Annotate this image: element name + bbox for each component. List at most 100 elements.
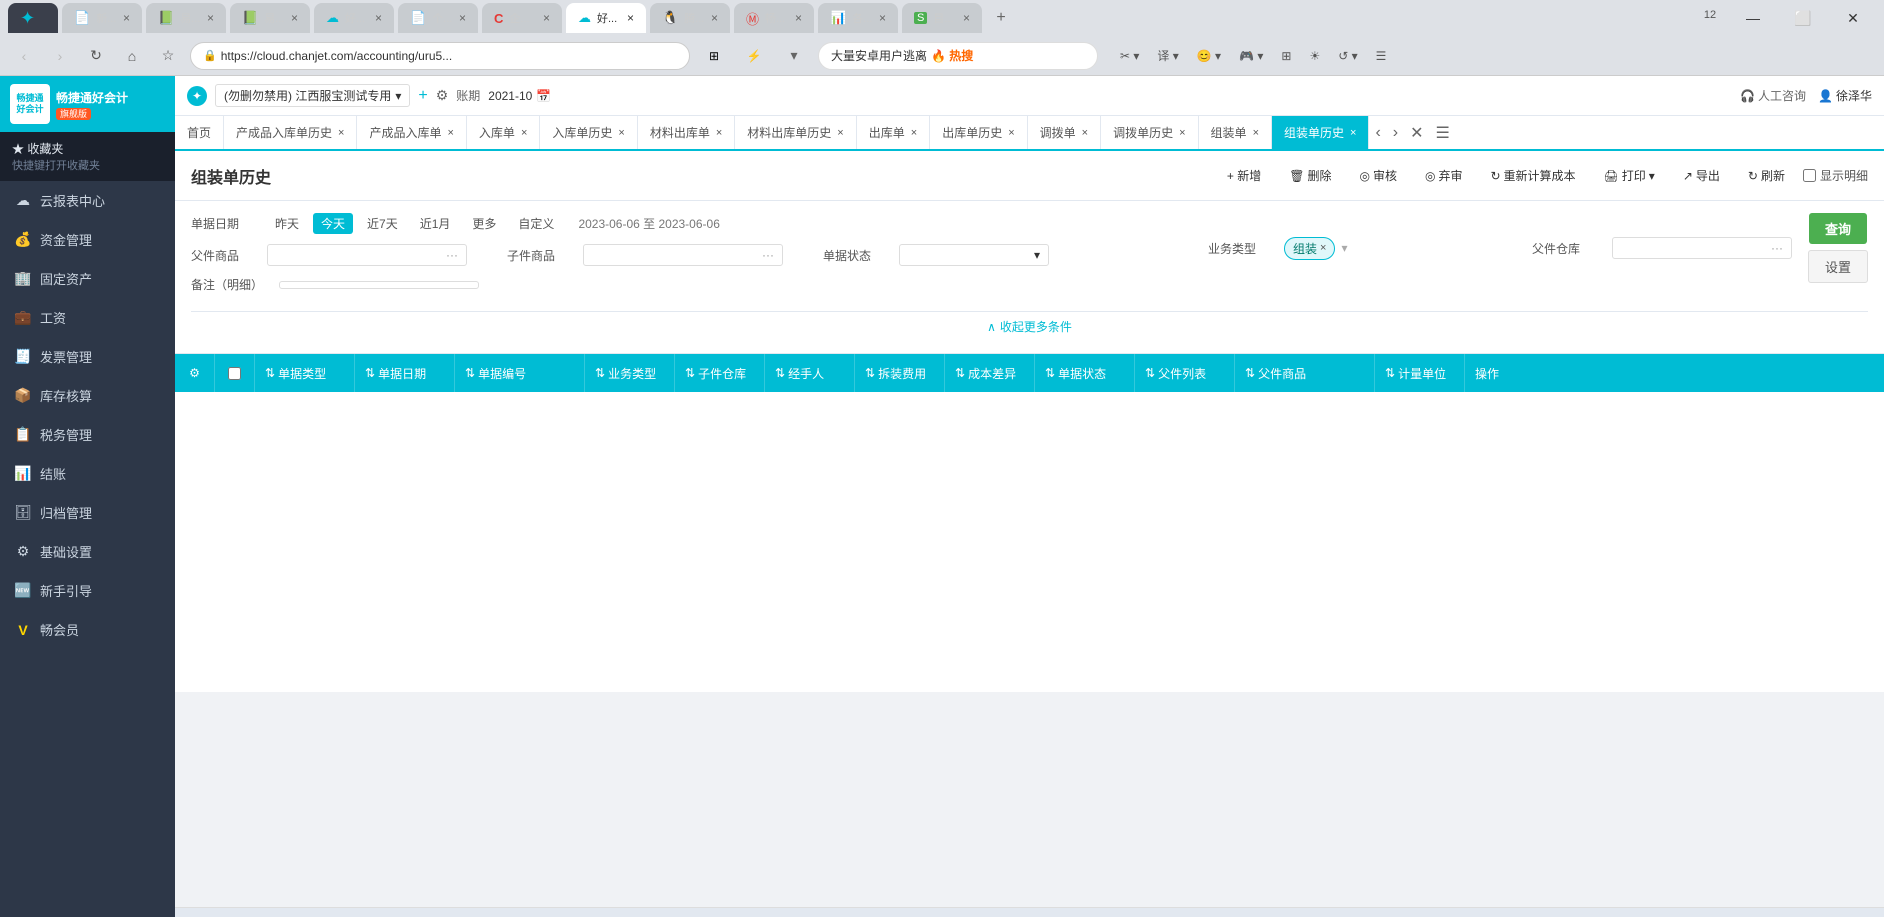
expand-search-button[interactable]: ▾ (778, 42, 810, 70)
minimize-button[interactable]: — (1730, 3, 1776, 33)
theme-tool[interactable]: ☀ (1303, 45, 1326, 66)
sidebar-item-archive[interactable]: 🗄 归档管理 (0, 493, 175, 532)
recalc-button[interactable]: ↻ 重新计算成本 (1480, 163, 1585, 188)
tab-prod-in-history[interactable]: 产成品入库单历史 × (224, 116, 357, 149)
new-tab-button[interactable]: + (986, 3, 1016, 33)
tab-kit-history[interactable]: 组装单历史 × (1272, 116, 1369, 149)
horizontal-scrollbar[interactable] (175, 907, 1884, 917)
home-button[interactable]: ⌂ (118, 42, 146, 70)
th-biz-type[interactable]: ⇅ 业务类型 (585, 354, 675, 392)
translate-tool[interactable]: 译 ▾ (1151, 45, 1184, 66)
emoji-tool[interactable]: 😊 ▾ (1191, 45, 1227, 66)
th-checkbox[interactable] (215, 354, 255, 392)
sidebar-item-payroll[interactable]: 💼 工资 (0, 298, 175, 337)
sidebar-item-fixed-assets[interactable]: 🏢 固定资产 (0, 259, 175, 298)
th-bill-status[interactable]: ⇅ 单据状态 (1035, 354, 1135, 392)
tab-in-order[interactable]: 入库单 × (467, 116, 540, 149)
grid-tool[interactable]: ⊞ (1275, 45, 1297, 66)
add-company-button[interactable]: + (418, 87, 427, 105)
child-goods-input[interactable]: ··· (583, 244, 783, 266)
qr-button[interactable]: ⊞ (698, 42, 730, 70)
tab-more[interactable]: ☰ (1430, 123, 1456, 143)
calendar-icon[interactable]: 📅 (536, 89, 551, 103)
th-handler[interactable]: ⇅ 经手人 (765, 354, 855, 392)
sidebar-favorites[interactable]: ★ 收藏夹 快捷键打开收藏夹 (0, 132, 175, 181)
sidebar-item-fund[interactable]: 💰 资金管理 (0, 220, 175, 259)
tab-kit[interactable]: 组装单 × (1199, 116, 1272, 149)
tab-out-history[interactable]: 出库单历史 × (930, 116, 1027, 149)
th-child-wh[interactable]: ⇅ 子件仓库 (675, 354, 765, 392)
tab-assemble-history[interactable]: 调拨单历史 × (1101, 116, 1198, 149)
search-bar[interactable]: 大量安卓用户逃离 🔥 热搜 (818, 42, 1098, 70)
audit-button[interactable]: ◎ 审核 (1349, 163, 1407, 188)
close-button[interactable]: ✕ (1830, 3, 1876, 33)
print-button[interactable]: 🖨 打印 ▾ (1594, 163, 1665, 188)
address-input[interactable]: 🔒 https://cloud.chanjet.com/accounting/u… (190, 42, 690, 70)
parent-goods-more-icon[interactable]: ··· (446, 248, 458, 262)
browser-tab-10[interactable]: 📊 各... × (818, 3, 898, 33)
date-btn-custom[interactable]: 自定义 (510, 213, 562, 234)
browser-tab-2[interactable]: 📗 易... × (146, 3, 226, 33)
biz-type-dropdown-btn[interactable]: ▾ (1341, 241, 1347, 255)
date-btn-1month[interactable]: 近1月 (412, 213, 459, 234)
browser-tab-9[interactable]: Ⓜ 畅... × (734, 3, 814, 33)
tab-assemble[interactable]: 调拨单 × (1028, 116, 1101, 149)
tab-close[interactable]: × (837, 127, 843, 139)
forward-button[interactable]: › (46, 42, 74, 70)
collapse-row[interactable]: ∧ 收起更多条件 (191, 311, 1868, 341)
delete-button[interactable]: 🗑 昨天 删除 (1279, 163, 1341, 188)
browser-tab-8[interactable]: 🐧 腾... × (650, 3, 730, 33)
tab-home[interactable]: 首页 (175, 116, 224, 149)
tab-close[interactable]: × (338, 127, 344, 139)
tab-mat-out[interactable]: 材料出库单 × (638, 116, 735, 149)
refresh-button[interactable]: ↻ 刷新 (1738, 163, 1795, 188)
history-tool[interactable]: ↺ ▾ (1332, 45, 1363, 66)
child-goods-more-icon[interactable]: ··· (762, 248, 774, 262)
sidebar-item-member[interactable]: V 畅会员 (0, 610, 175, 649)
tab-close[interactable]: × (521, 127, 527, 139)
menu-tool[interactable]: ☰ (1370, 45, 1393, 66)
maximize-button[interactable]: ⬜ (1780, 3, 1826, 33)
flash-button[interactable]: ⚡ (738, 42, 770, 70)
note-input[interactable] (279, 281, 479, 289)
tab-close-all[interactable]: ✕ (1404, 123, 1429, 143)
browser-tab-7[interactable]: ☁ 好... × (566, 3, 646, 33)
th-parent-list[interactable]: ⇅ 父件列表 (1135, 354, 1235, 392)
date-btn-more[interactable]: 更多 (464, 213, 504, 234)
user-info[interactable]: 👤 徐泽华 (1818, 87, 1872, 104)
tab-close[interactable]: × (447, 127, 453, 139)
show-detail-checkbox[interactable]: 显示明细 (1803, 167, 1868, 184)
parent-warehouse-more-icon[interactable]: ··· (1771, 241, 1783, 255)
tab-close-1[interactable]: × (123, 11, 130, 25)
tab-in-history[interactable]: 入库单历史 × (540, 116, 637, 149)
service-button[interactable]: 🎧 人工咨询 (1740, 87, 1806, 104)
sidebar-item-tax[interactable]: 📋 税务管理 (0, 415, 175, 454)
sidebar-item-cloud-report[interactable]: ☁ 云报表中心 (0, 181, 175, 220)
th-settings[interactable]: ⚙ (175, 354, 215, 392)
tab-close[interactable]: × (1253, 127, 1259, 139)
cut-tool[interactable]: ✂ ▾ (1114, 45, 1145, 66)
th-disassemble-fee[interactable]: ⇅ 拆装费用 (855, 354, 945, 392)
tab-out-order[interactable]: 出库单 × (857, 116, 930, 149)
th-parent-goods[interactable]: ⇅ 父件商品 (1235, 354, 1375, 392)
tab-close[interactable]: × (1350, 127, 1356, 139)
parent-goods-input[interactable]: ··· (267, 244, 467, 266)
export-button[interactable]: ↗ 导出 (1673, 163, 1730, 188)
browser-tab-6[interactable]: C 企... × (482, 3, 562, 33)
browser-tab-1[interactable]: 📄 新... × (62, 3, 142, 33)
reload-button[interactable]: ↻ (82, 42, 110, 70)
tab-mat-out-history[interactable]: 材料出库单历史 × (735, 116, 856, 149)
set-button[interactable]: 设置 (1808, 250, 1868, 283)
tab-prod-in[interactable]: 产成品入库单 × (357, 116, 466, 149)
th-bill-date[interactable]: ⇅ 单据日期 (355, 354, 455, 392)
order-status-select[interactable]: ▾ (899, 244, 1049, 266)
parent-warehouse-input[interactable]: ··· (1612, 237, 1792, 259)
tab-close[interactable]: × (1082, 127, 1088, 139)
tab-close[interactable]: × (618, 127, 624, 139)
biz-type-tag-close[interactable]: × (1320, 242, 1326, 254)
tab-close[interactable]: × (1008, 127, 1014, 139)
date-btn-yesterday[interactable]: 昨天 (267, 213, 307, 234)
select-all-checkbox[interactable] (228, 367, 241, 380)
browser-tab-5[interactable]: 📄 个... × (398, 3, 478, 33)
date-btn-today[interactable]: 今天 (313, 213, 353, 234)
